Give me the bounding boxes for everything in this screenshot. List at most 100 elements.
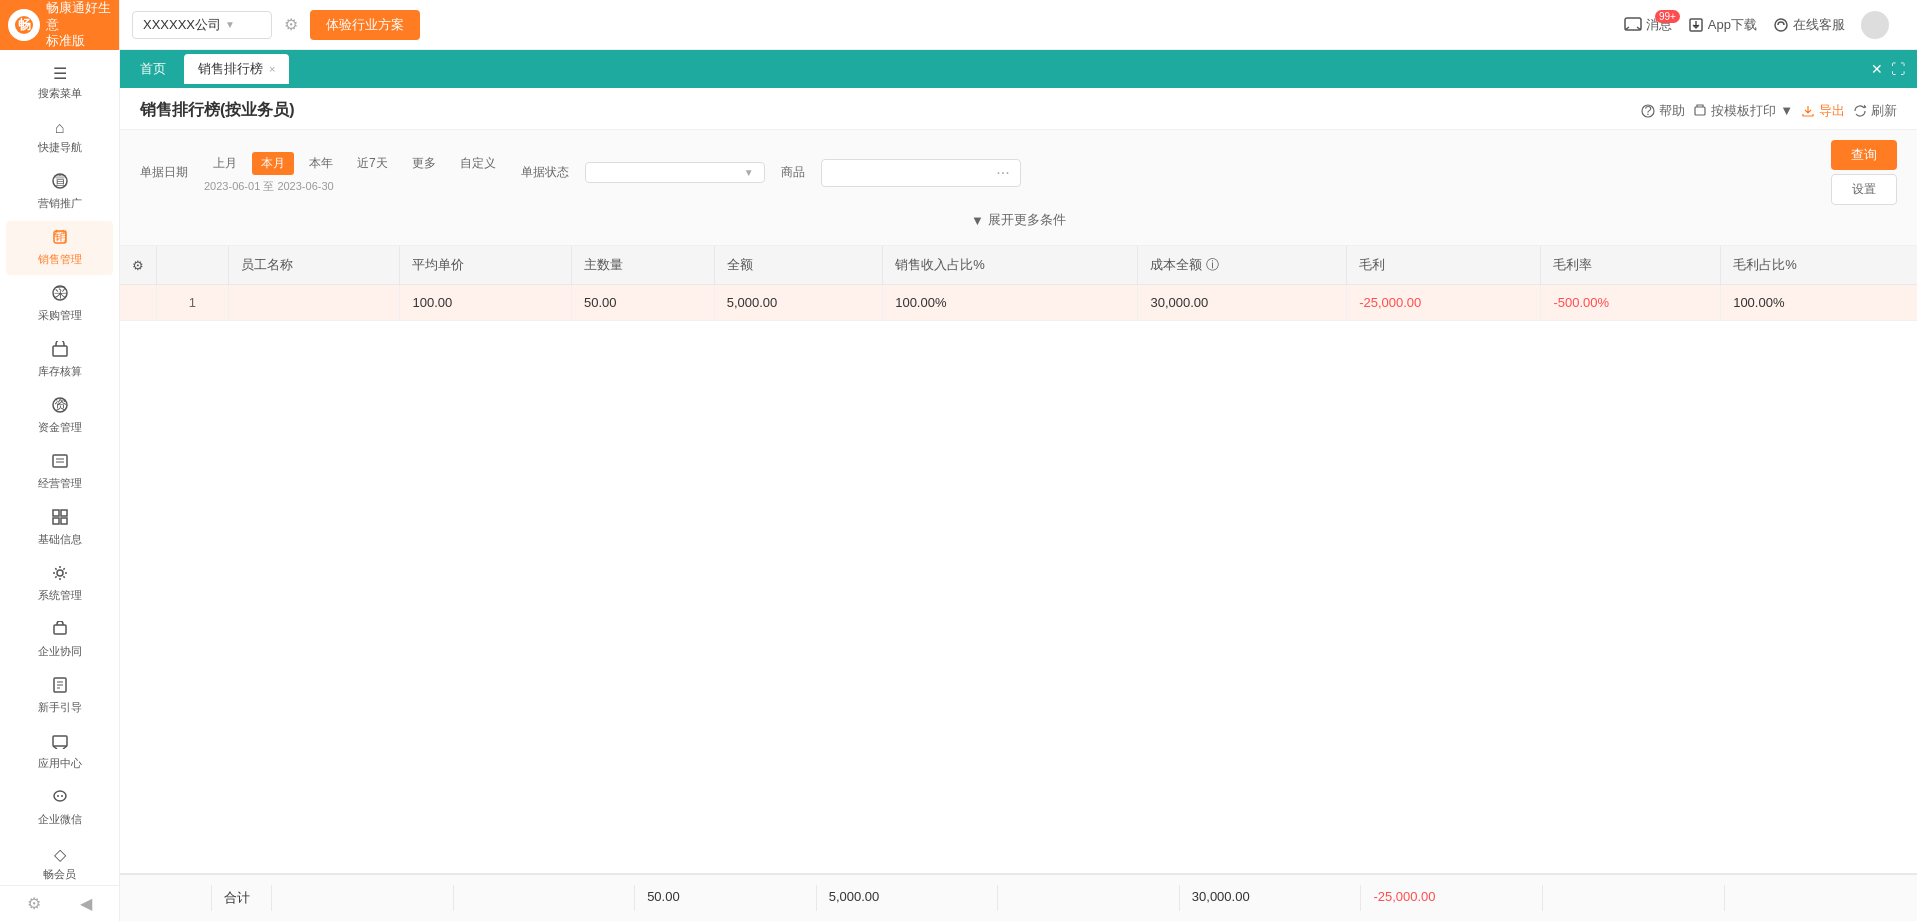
tabbar-right: ✕ ⛶ [1871, 61, 1913, 77]
footer-gross-pct [1725, 885, 1906, 911]
td-employee [228, 285, 400, 321]
refresh-btn[interactable]: 刷新 [1853, 102, 1897, 120]
td-gross: -25,000.00 [1347, 285, 1541, 321]
marketing-icon: 宣 [52, 173, 68, 193]
logo-icon: 畅 [8, 9, 40, 41]
sidebar-item-sales[interactable]: 销 销售管理 [6, 221, 113, 275]
status-dropdown-arrow: ▼ [744, 167, 754, 178]
tab-close-all-icon[interactable]: ✕ [1871, 61, 1883, 77]
sidebar-item-guide[interactable]: 新手引导 [6, 669, 113, 723]
status-select[interactable]: ▼ [585, 162, 765, 183]
date-range: 2023-06-01 至 2023-06-30 [204, 179, 505, 194]
td-main-qty: 50.00 [572, 285, 715, 321]
export-icon [1801, 104, 1815, 118]
td-cost: 30,000.00 [1138, 285, 1347, 321]
svg-point-29 [61, 795, 63, 797]
footer-gross-rate [1543, 885, 1725, 911]
date-tab-last-month[interactable]: 上月 [204, 152, 246, 175]
message-badge: 99+ [1655, 10, 1680, 23]
help-btn[interactable]: ? 帮助 [1641, 102, 1685, 120]
table-header-row: ⚙ 员工名称 平均单价 主数量 全额 销售收入占比% 成本全额 ⓘ 毛利 毛利率… [120, 246, 1917, 285]
sidebar-item-finance[interactable]: 资 资金管理 [6, 389, 113, 443]
company-name: XXXXXX公司 [143, 16, 221, 34]
expand-more-btn[interactable]: ▼ 展开更多条件 [971, 211, 1066, 229]
sidebar-logo: 畅 畅康通好生意 标准版 [0, 0, 119, 50]
settings-btn[interactable]: 设置 [1831, 174, 1897, 205]
th-avg-price: 平均单价 [400, 246, 572, 285]
td-gross-pct: 100.00% [1721, 285, 1917, 321]
tab-home[interactable]: 首页 [124, 52, 182, 86]
home-icon: ⌂ [55, 119, 65, 137]
company-dropdown-arrow: ▼ [225, 19, 235, 30]
date-tab-7days[interactable]: 近7天 [348, 152, 397, 175]
sidebar-item-enterprise-collab[interactable]: 企业协同 [6, 613, 113, 667]
svg-rect-15 [61, 510, 67, 516]
td-rank: 1 [157, 285, 229, 321]
sidebar-item-basic-info[interactable]: 基础信息 [6, 501, 113, 555]
sidebar-item-marketing[interactable]: 宣 营销推广 [6, 165, 113, 219]
avatar[interactable] [1861, 11, 1889, 39]
page-header: 销售排行榜(按业务员) ? 帮助 按模板打印 ▼ 导出 刷新 [120, 88, 1917, 130]
date-tab-more[interactable]: 更多 [403, 152, 445, 175]
enterprise-collab-icon [52, 621, 68, 641]
refresh-icon [1853, 104, 1867, 118]
purchase-icon: 采 [52, 285, 68, 305]
basic-info-icon [52, 509, 68, 529]
export-btn[interactable]: 导出 [1801, 102, 1845, 120]
sidebar-footer-settings-icon[interactable]: ⚙ [27, 894, 41, 913]
template-print-btn[interactable]: 按模板打印 ▼ [1693, 102, 1793, 120]
content-area: 销售排行榜(按业务员) ? 帮助 按模板打印 ▼ 导出 刷新 [120, 88, 1917, 921]
th-rank [157, 246, 229, 285]
tab-expand-icon[interactable]: ⛶ [1891, 61, 1905, 77]
tab-sales-ranking[interactable]: 销售排行榜 × [184, 54, 289, 84]
app-download-btn[interactable]: App下载 [1688, 16, 1757, 34]
query-btn[interactable]: 查询 [1831, 140, 1897, 170]
sidebar-item-search-order[interactable]: ☰ 搜索菜单 [6, 56, 113, 109]
th-main-qty: 主数量 [572, 246, 715, 285]
operations-icon [52, 453, 68, 473]
template-print-arrow: ▼ [1780, 103, 1793, 118]
svg-rect-24 [53, 736, 67, 746]
footer-label [132, 885, 212, 911]
topbar-settings-icon[interactable]: ⚙ [284, 15, 298, 34]
app-download-icon [1688, 17, 1704, 33]
svg-rect-8 [53, 346, 67, 356]
logo-text: 畅康通好生意 标准版 [46, 0, 111, 50]
help-icon: ? [1641, 104, 1655, 118]
sidebar-item-purchase[interactable]: 采 采购管理 [6, 277, 113, 331]
th-settings[interactable]: ⚙ [120, 246, 157, 285]
svg-text:?: ? [1645, 104, 1652, 118]
goods-select[interactable]: ··· [821, 159, 1021, 187]
th-gross: 毛利 [1347, 246, 1541, 285]
trial-btn[interactable]: 体验行业方案 [310, 10, 420, 40]
goods-label: 商品 [781, 164, 805, 181]
sidebar-item-member[interactable]: ◇ 畅会员 [6, 837, 113, 885]
svg-rect-16 [53, 518, 59, 524]
status-label: 单据状态 [521, 164, 569, 181]
date-tab-custom[interactable]: 自定义 [451, 152, 505, 175]
sidebar-item-operations[interactable]: 经营管理 [6, 445, 113, 499]
sidebar-item-quick-nav[interactable]: ⌂ 快捷导航 [6, 111, 113, 163]
date-tabs: 上月 本月 本年 近7天 更多 自定义 [204, 152, 505, 175]
footer-avg-price [454, 885, 636, 911]
sidebar-item-system[interactable]: 系统管理 [6, 557, 113, 611]
date-tab-this-month[interactable]: 本月 [252, 152, 294, 175]
sidebar-item-inventory[interactable]: 库存核算 [6, 333, 113, 387]
print-icon [1693, 104, 1707, 118]
sidebar-item-wechat[interactable]: 企业微信 [6, 781, 113, 835]
date-tab-this-year[interactable]: 本年 [300, 152, 342, 175]
topbar: XXXXXX公司 ▼ ⚙ 体验行业方案 消息 99+ App下载 在线客服 [120, 0, 1917, 50]
filter-row: 单据日期 上月 本月 本年 近7天 更多 自定义 2023-06-01 至 20… [140, 140, 1897, 205]
online-service-btn[interactable]: 在线客服 [1773, 16, 1845, 34]
svg-rect-11 [53, 455, 67, 467]
sidebar-footer-collapse-icon[interactable]: ◀ [80, 894, 92, 913]
svg-rect-14 [53, 510, 59, 516]
message-btn[interactable]: 消息 99+ [1624, 16, 1672, 34]
company-select[interactable]: XXXXXX公司 ▼ [132, 11, 272, 39]
goods-dots[interactable]: ··· [996, 164, 1009, 182]
tab-close-icon[interactable]: × [269, 63, 275, 75]
system-icon [52, 565, 68, 585]
svg-text:销: 销 [52, 229, 66, 243]
sidebar-item-app-center[interactable]: 应用中心 [6, 725, 113, 779]
app-center-icon [52, 733, 68, 753]
